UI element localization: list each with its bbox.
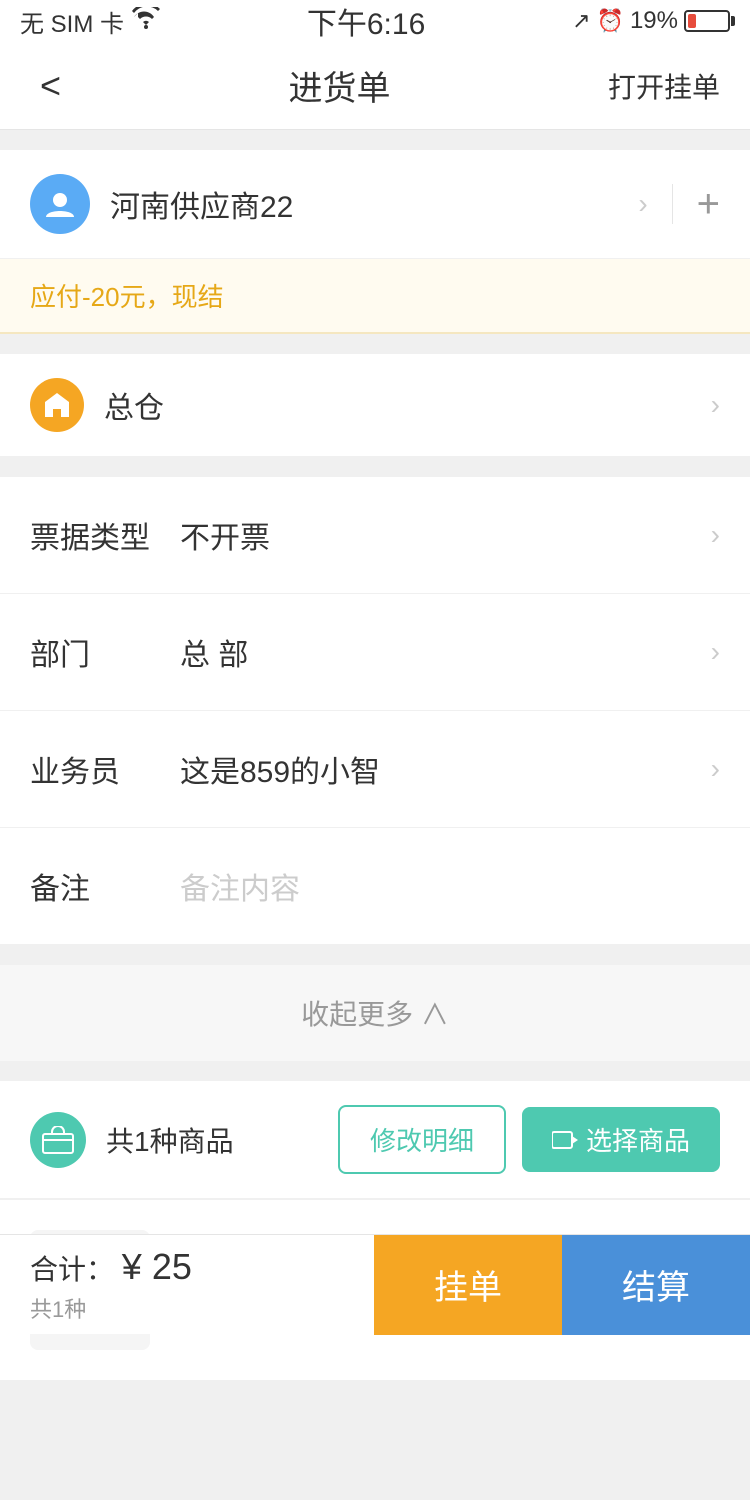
invoice-chevron-icon: › <box>711 519 720 551</box>
products-count: 共1种商品 <box>106 1120 338 1160</box>
alarm-icon: ⏰ <box>597 8 624 34</box>
supplier-row[interactable]: 河南供应商22 › + <box>0 150 750 259</box>
status-bar-left: 无 SIM 卡 <box>20 4 160 39</box>
nav-bar: < 进货单 打开挂单 <box>0 42 750 130</box>
total-row: 合计： ¥ 25 <box>30 1246 344 1288</box>
bottom-bar: 合计： ¥ 25 共1种 挂单 结算 <box>0 1234 750 1334</box>
supplier-name: 河南供应商22 <box>110 182 638 226</box>
warehouse-name: 总仓 <box>104 383 711 427</box>
open-hang-button[interactable]: 打开挂单 <box>608 66 720 106</box>
location-icon: ↗ <box>572 8 590 34</box>
notice-row: 应付-20元，现结 <box>0 259 750 334</box>
invoice-row[interactable]: 票据类型 不开票 › <box>0 477 750 594</box>
products-header: 共1种商品 修改明细 选择商品 <box>0 1081 750 1199</box>
dept-row[interactable]: 部门 总 部 › <box>0 594 750 711</box>
supplier-section: 河南供应商22 › + 应付-20元，现结 <box>0 150 750 334</box>
remark-label: 备注 <box>30 864 160 908</box>
page-title: 进货单 <box>289 61 391 110</box>
add-supplier-button[interactable]: + <box>697 182 720 227</box>
salesman-value: 这是859的小智 <box>180 747 711 791</box>
warehouse-section: 总仓 › <box>0 354 750 457</box>
battery-icon <box>684 10 730 32</box>
remark-input[interactable]: 备注内容 <box>180 864 720 908</box>
salesman-label: 业务员 <box>30 747 160 791</box>
salesman-chevron-icon: › <box>711 753 720 785</box>
select-product-button[interactable]: 选择商品 <box>522 1107 720 1172</box>
wifi-icon <box>132 7 160 36</box>
status-bar-right: ↗ ⏰ 19% <box>572 7 730 35</box>
supplier-avatar <box>30 174 90 234</box>
collapse-label: 收起更多 ∧ <box>301 993 449 1033</box>
invoice-label: 票据类型 <box>30 513 160 557</box>
collapse-row[interactable]: 收起更多 ∧ <box>0 965 750 1061</box>
invoice-value: 不开票 <box>180 513 711 557</box>
form-section: 票据类型 不开票 › 部门 总 部 › 业务员 这是859的小智 › 备注 备注… <box>0 477 750 945</box>
total-amount: ¥ 25 <box>122 1246 192 1287</box>
supplier-chevron-icon: › <box>638 188 647 220</box>
carrier-label: 无 SIM 卡 <box>20 4 124 39</box>
back-button[interactable]: < <box>30 55 71 117</box>
total-section: 合计： ¥ 25 共1种 <box>0 1246 374 1324</box>
edit-detail-button[interactable]: 修改明细 <box>338 1105 506 1174</box>
total-label: 合计： <box>30 1254 114 1285</box>
warehouse-icon <box>30 378 84 432</box>
checkout-button[interactable]: 结算 <box>562 1235 750 1335</box>
total-count: 共1种 <box>30 1292 344 1324</box>
warehouse-row[interactable]: 总仓 › <box>0 354 750 457</box>
hang-button[interactable]: 挂单 <box>374 1235 562 1335</box>
salesman-row[interactable]: 业务员 这是859的小智 › <box>0 711 750 828</box>
status-bar-time: 下午6:16 <box>307 0 425 43</box>
dept-chevron-icon: › <box>711 636 720 668</box>
warehouse-chevron-icon: › <box>711 389 720 421</box>
supplier-divider <box>672 184 673 224</box>
dept-label: 部门 <box>30 630 160 674</box>
select-product-label: 选择商品 <box>586 1121 690 1158</box>
battery-percent: 19% <box>630 7 678 35</box>
products-icon <box>30 1112 86 1168</box>
dept-value: 总 部 <box>180 630 711 674</box>
status-bar: 无 SIM 卡 下午6:16 ↗ ⏰ 19% <box>0 0 750 42</box>
remark-row[interactable]: 备注 备注内容 <box>0 828 750 945</box>
